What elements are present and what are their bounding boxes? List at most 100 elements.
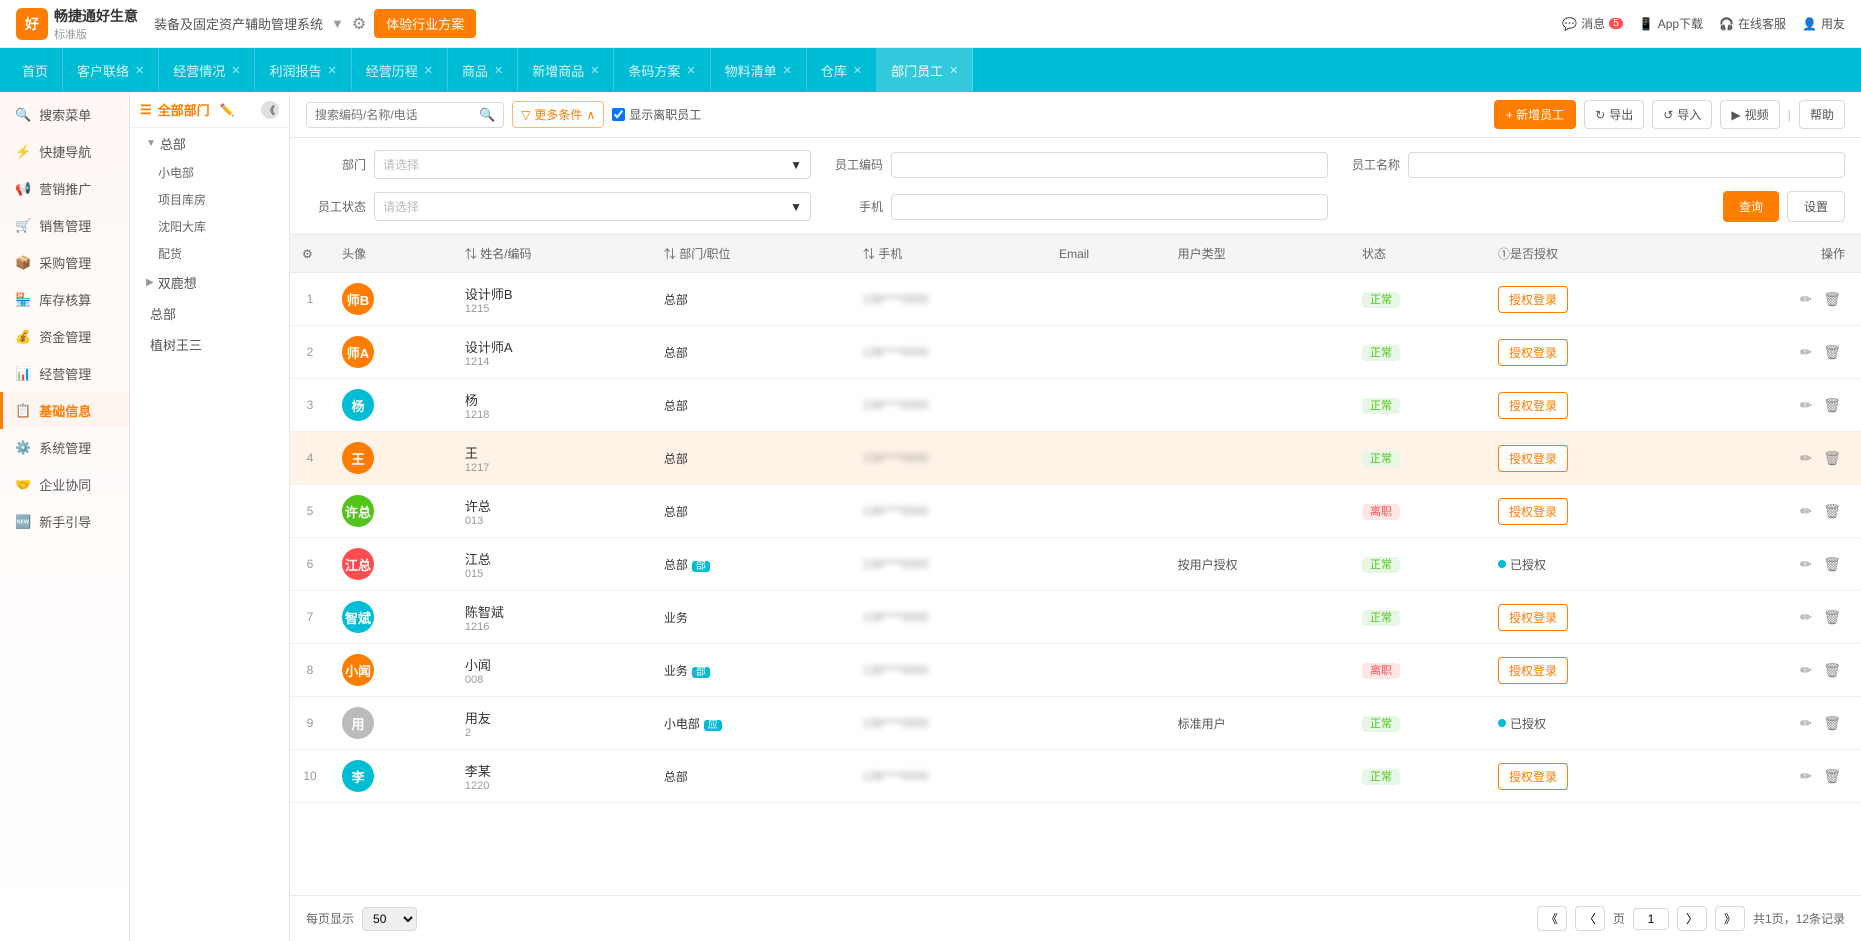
nav-finance[interactable]: 💰 资金管理 xyxy=(0,318,129,355)
nav-system[interactable]: ⚙️ 系统管理 xyxy=(0,429,129,466)
first-page-btn[interactable]: 《 xyxy=(1537,906,1567,931)
emp-name-input[interactable] xyxy=(1408,152,1845,178)
export-btn[interactable]: ↻ 导出 xyxy=(1584,100,1644,129)
edit-btn[interactable]: ✏ xyxy=(1796,660,1816,681)
tree-child-xiaodian[interactable]: 小电部 xyxy=(130,159,289,186)
delete-btn[interactable]: 🗑 xyxy=(1819,607,1845,628)
reset-btn[interactable]: 设置 xyxy=(1787,191,1845,222)
edit-btn[interactable]: ✏ xyxy=(1796,501,1816,522)
auth-btn[interactable]: 授权登录 xyxy=(1498,445,1568,472)
app-download-btn[interactable]: 📱 App下载 xyxy=(1639,15,1703,32)
tree-node-shuanglu[interactable]: ▶ 双鹿想 xyxy=(130,267,289,298)
auth-btn[interactable]: 授权登录 xyxy=(1498,286,1568,313)
delete-btn[interactable]: 🗑 xyxy=(1819,289,1845,310)
nav-search-menu[interactable]: 🔍 搜索菜单 xyxy=(0,96,129,133)
close-icon[interactable]: ✕ xyxy=(590,64,599,77)
auth-btn[interactable]: 授权登录 xyxy=(1498,763,1568,790)
msg-btn[interactable]: 💬 消息 5 xyxy=(1562,15,1623,32)
nav-guide[interactable]: 🆕 新手引导 xyxy=(0,503,129,540)
close-icon[interactable]: ✕ xyxy=(424,64,433,77)
tree-node-zhishu[interactable]: 植树王三 xyxy=(130,329,289,360)
close-icon[interactable]: ✕ xyxy=(328,64,337,77)
edit-btn[interactable]: ✏ xyxy=(1796,607,1816,628)
import-btn[interactable]: ↺ 导入 xyxy=(1652,100,1712,129)
close-icon[interactable]: ✕ xyxy=(231,64,240,77)
user-btn[interactable]: 👤 用友 xyxy=(1802,15,1845,32)
nav-operation[interactable]: 📊 经营管理 xyxy=(0,355,129,392)
page-size-select[interactable]: 50 20 100 xyxy=(362,907,417,931)
tab-warehouse[interactable]: 仓库✕ xyxy=(807,48,877,92)
tree-node-general[interactable]: ▼ 总部 xyxy=(130,128,289,159)
delete-btn[interactable]: 🗑 xyxy=(1819,660,1845,681)
add-employee-btn[interactable]: + 新增员工 xyxy=(1494,100,1576,129)
edit-btn[interactable]: ✏ xyxy=(1796,713,1816,734)
edit-btn[interactable]: ✏ xyxy=(1796,342,1816,363)
tab-home[interactable]: 首页 xyxy=(8,48,63,92)
auth-btn[interactable]: 授权登录 xyxy=(1498,339,1568,366)
experience-btn[interactable]: 体验行业方案 xyxy=(374,9,476,38)
auth-btn[interactable]: 授权登录 xyxy=(1498,657,1568,684)
delete-btn[interactable]: 🗑 xyxy=(1819,342,1845,363)
page-input[interactable] xyxy=(1633,908,1669,930)
help-btn[interactable]: 帮助 xyxy=(1799,100,1845,129)
edit-btn[interactable]: ✏ xyxy=(1796,448,1816,469)
nav-collab[interactable]: 🤝 企业协同 xyxy=(0,466,129,503)
dept-select[interactable]: 请选择 ▼ xyxy=(374,150,811,179)
edit-btn[interactable]: ✏ xyxy=(1796,289,1816,310)
delete-btn[interactable]: 🗑 xyxy=(1819,766,1845,787)
dept-edit-icon[interactable]: ✏️ xyxy=(220,103,235,117)
gear-icon[interactable]: ⚙ xyxy=(352,14,366,34)
close-icon[interactable]: ✕ xyxy=(686,64,695,77)
th-name[interactable]: ⇅ 姓名/编码 xyxy=(453,235,652,273)
view-btn[interactable]: ▶ 视频 xyxy=(1720,100,1779,129)
delete-btn[interactable]: 🗑 xyxy=(1819,554,1845,575)
delete-btn[interactable]: 🗑 xyxy=(1819,713,1845,734)
th-phone[interactable]: ⇅ 手机 xyxy=(851,235,1047,273)
more-conditions-btn[interactable]: ▽ 更多条件 ∧ xyxy=(512,101,604,128)
tab-profit[interactable]: 利润报告✕ xyxy=(255,48,351,92)
edit-btn[interactable]: ✏ xyxy=(1796,554,1816,575)
edit-btn[interactable]: ✏ xyxy=(1796,395,1816,416)
nav-purchase[interactable]: 📦 采购管理 xyxy=(0,244,129,281)
tree-child-shenyang[interactable]: 沈阳大库 xyxy=(130,213,289,240)
close-icon[interactable]: ✕ xyxy=(494,64,503,77)
tab-customer[interactable]: 客户联络✕ xyxy=(63,48,159,92)
close-icon[interactable]: ✕ xyxy=(853,64,862,77)
th-dept[interactable]: ⇅ 部门/职位 xyxy=(652,235,851,273)
online-service-btn[interactable]: 🎧 在线客服 xyxy=(1719,15,1786,32)
emp-code-input[interactable] xyxy=(891,152,1328,178)
delete-btn[interactable]: 🗑 xyxy=(1819,395,1845,416)
tab-dept-employee[interactable]: 部门员工✕ xyxy=(877,48,973,92)
auth-btn[interactable]: 授权登录 xyxy=(1498,604,1568,631)
tree-child-distribution[interactable]: 配货 xyxy=(130,240,289,267)
search-icon[interactable]: 🔍 xyxy=(479,107,495,123)
edit-btn[interactable]: ✏ xyxy=(1796,766,1816,787)
search-btn[interactable]: 查询 xyxy=(1723,191,1779,222)
emp-status-select[interactable]: 请选择 ▼ xyxy=(374,192,811,221)
tab-bizhistory[interactable]: 经营历程✕ xyxy=(352,48,448,92)
dropdown-icon[interactable]: ▼ xyxy=(331,16,344,31)
auth-btn[interactable]: 授权登录 xyxy=(1498,498,1568,525)
tab-new-goods[interactable]: 新增商品✕ xyxy=(518,48,614,92)
tab-bom[interactable]: 物料清单✕ xyxy=(711,48,807,92)
tree-child-project[interactable]: 项目库房 xyxy=(130,186,289,213)
last-page-btn[interactable]: 》 xyxy=(1715,906,1745,931)
tab-barcode[interactable]: 条码方案✕ xyxy=(614,48,710,92)
collapse-btn[interactable]: 《 xyxy=(261,101,279,119)
auth-btn[interactable]: 授权登录 xyxy=(1498,392,1568,419)
delete-btn[interactable]: 🗑 xyxy=(1819,501,1845,522)
resigned-checkbox-input[interactable] xyxy=(612,108,625,121)
nav-basic[interactable]: 📋 基础信息 xyxy=(0,392,129,429)
prev-page-btn[interactable]: 〈 xyxy=(1575,906,1605,931)
search-box[interactable]: 🔍 xyxy=(306,102,504,128)
close-icon[interactable]: ✕ xyxy=(949,64,958,77)
nav-quick-nav[interactable]: ⚡ 快捷导航 xyxy=(0,133,129,170)
tab-operation[interactable]: 经营情况✕ xyxy=(159,48,255,92)
nav-inventory[interactable]: 🏪 库存核算 xyxy=(0,281,129,318)
tree-node-zongbu[interactable]: 总部 xyxy=(130,298,289,329)
th-settings[interactable]: ⚙ xyxy=(290,235,330,273)
close-icon[interactable]: ✕ xyxy=(783,64,792,77)
nav-marketing[interactable]: 📢 营销推广 xyxy=(0,170,129,207)
delete-btn[interactable]: 🗑 xyxy=(1819,448,1845,469)
next-page-btn[interactable]: 〉 xyxy=(1677,906,1707,931)
